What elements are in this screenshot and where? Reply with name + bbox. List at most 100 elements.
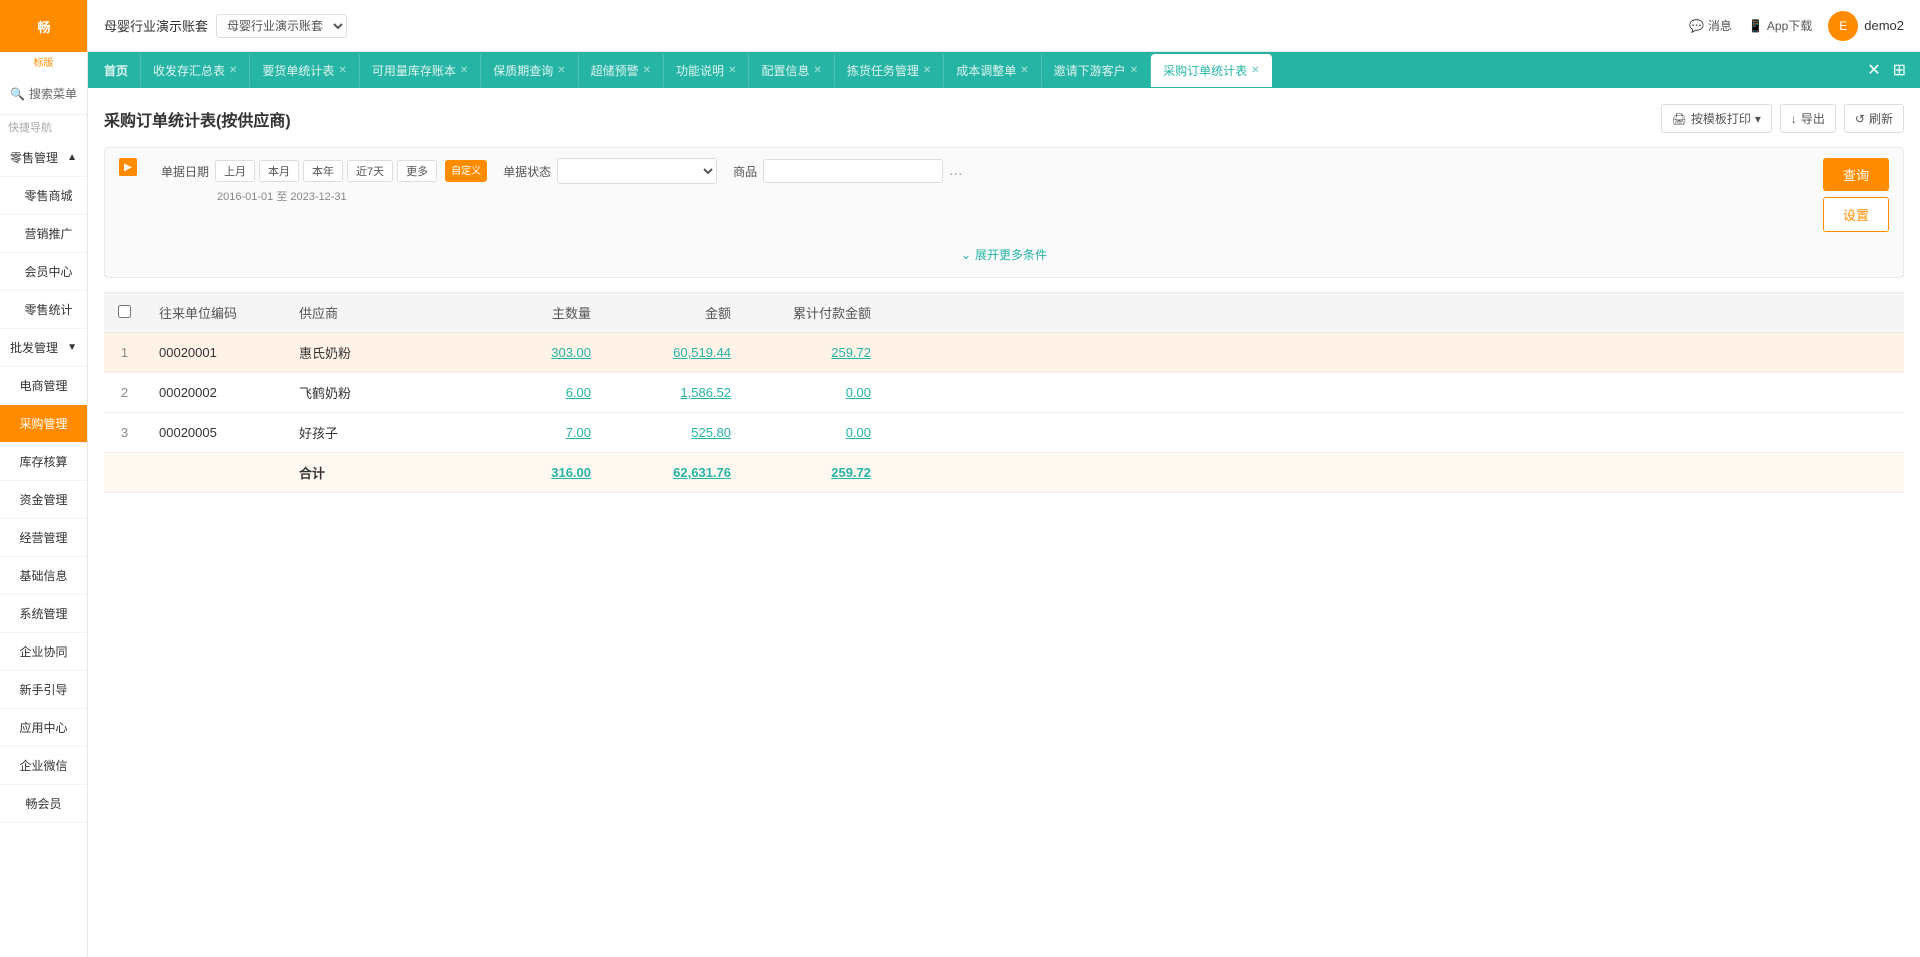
chevron-down-icon: ▼ <box>67 342 77 353</box>
col-header-supplier: 供应商 <box>285 293 485 333</box>
tab-available-stock[interactable]: 可用量库存账本 ✕ <box>360 54 481 87</box>
date-range-display: 2016-01-01 至 2023-12-31 <box>217 188 1799 204</box>
sidebar-item-basics[interactable]: 基础信息 <box>0 557 87 595</box>
sidebar-item-purchase[interactable]: 采购管理 <box>0 405 87 443</box>
query-button[interactable]: 查询 <box>1823 158 1889 191</box>
date-btn-this-year[interactable]: 本年 <box>303 160 343 182</box>
row-1-paid[interactable]: 259.72 <box>745 333 885 373</box>
sidebar-item-app-center-label: 应用中心 <box>19 719 67 736</box>
sidebar-item-collab[interactable]: 企业协同 <box>0 633 87 671</box>
filter-goods-more-icon[interactable]: ... <box>949 162 962 180</box>
sidebar-item-retail-stats[interactable]: 零售统计 <box>0 291 87 329</box>
search-menu-area: 🔍 搜索菜单 <box>0 73 87 115</box>
sidebar-item-operations[interactable]: 经营管理 <box>0 519 87 557</box>
tab-cost-adjust-close[interactable]: ✕ <box>1020 65 1028 76</box>
filter-expand-toggle[interactable]: ▶ <box>119 158 137 176</box>
row-2-paid[interactable]: 0.00 <box>745 373 885 413</box>
table-row[interactable]: 1 00020001 惠氏奶粉 303.00 60,519.44 259.72 <box>104 333 1904 373</box>
tab-home[interactable]: 首页 <box>92 54 141 87</box>
tab-overstock-warning[interactable]: 超储预警 ✕ <box>579 54 664 87</box>
tab-pick-task-close[interactable]: ✕ <box>923 65 931 76</box>
print-arrow-icon: ▾ <box>1755 112 1761 126</box>
tab-cost-adjust[interactable]: 成本调整单 ✕ <box>944 54 1041 87</box>
sidebar-item-ecommerce-label: 电商管理 <box>19 377 67 394</box>
refresh-label: 刷新 <box>1869 110 1893 127</box>
sidebar-item-system[interactable]: 系统管理 <box>0 595 87 633</box>
tab-purchase-summary-close[interactable]: ✕ <box>1251 65 1259 76</box>
tab-requisition-summary[interactable]: 要货单统计表 ✕ <box>250 54 359 87</box>
row-1-qty[interactable]: 303.00 <box>485 333 605 373</box>
export-button[interactable]: ↓ 导出 <box>1780 104 1836 133</box>
tab-config-info[interactable]: 配置信息 ✕ <box>749 54 834 87</box>
expand-more-button[interactable]: ⌄ 展开更多条件 <box>953 242 1055 267</box>
workspace-select[interactable]: 母婴行业演示账套 <box>216 14 347 38</box>
tab-pick-task[interactable]: 拣货任务管理 ✕ <box>835 54 944 87</box>
select-all-checkbox[interactable] <box>118 305 131 318</box>
sidebar-item-inventory-label: 库存核算 <box>19 453 67 470</box>
tab-shelf-life[interactable]: 保质期查询 ✕ <box>481 54 578 87</box>
tab-close-all-button[interactable]: ✕ <box>1863 56 1884 84</box>
date-btn-more[interactable]: 更多 <box>397 160 437 182</box>
table-row[interactable]: 2 00020002 飞鹤奶粉 6.00 1,586.52 0.00 <box>104 373 1904 413</box>
sidebar-item-app-center[interactable]: 应用中心 <box>0 709 87 747</box>
print-icon: 🖨 <box>1672 112 1687 126</box>
tab-available-stock-label: 可用量库存账本 <box>372 62 456 79</box>
date-btn-this-month[interactable]: 本月 <box>259 160 299 182</box>
date-btn-last-month[interactable]: 上月 <box>215 160 255 182</box>
tab-invite-downstream-close[interactable]: ✕ <box>1130 65 1138 76</box>
tab-function-desc[interactable]: 功能说明 ✕ <box>664 54 749 87</box>
row-2-qty[interactable]: 6.00 <box>485 373 605 413</box>
sidebar-item-wholesale[interactable]: 批发管理 ▼ <box>0 329 87 367</box>
tab-invite-downstream[interactable]: 邀请下游客户 ✕ <box>1042 54 1151 87</box>
tab-requisition-summary-close[interactable]: ✕ <box>338 65 346 76</box>
row-2-amount[interactable]: 1,586.52 <box>605 373 745 413</box>
filter-goods-input[interactable] <box>763 159 943 183</box>
tab-fullscreen-button[interactable]: ⊞ <box>1889 56 1910 84</box>
tab-shelf-life-close[interactable]: ✕ <box>557 65 565 76</box>
col-header-amount: 金额 <box>605 293 745 333</box>
filter-date-buttons: 上月 本月 本年 近7天 更多 自定义 <box>215 160 487 182</box>
avatar-text: E <box>1839 19 1847 33</box>
print-button[interactable]: 🖨 按模板打印 ▾ <box>1661 104 1772 133</box>
date-btn-7days[interactable]: 近7天 <box>347 160 393 182</box>
table-row[interactable]: 3 00020005 好孩子 7.00 525.80 0.00 <box>104 413 1904 453</box>
row-3-qty[interactable]: 7.00 <box>485 413 605 453</box>
row-3-paid[interactable]: 0.00 <box>745 413 885 453</box>
row-3-amount[interactable]: 525.80 <box>605 413 745 453</box>
sidebar-item-retail[interactable]: 零售管理 ▲ <box>0 139 87 177</box>
sidebar-item-inventory[interactable]: 库存核算 <box>0 443 87 481</box>
col-header-check <box>104 293 145 333</box>
tab-overstock-warning-label: 超储预警 <box>591 62 639 79</box>
app-download-button[interactable]: 📱 App下载 <box>1748 17 1812 34</box>
topbar-left: 母婴行业演示账套 母婴行业演示账套 <box>104 14 347 38</box>
sidebar-item-wechat[interactable]: 企业微信 <box>0 747 87 785</box>
sidebar-item-retail-shop[interactable]: 零售商城 <box>0 177 87 215</box>
tab-overstock-warning-close[interactable]: ✕ <box>643 65 651 76</box>
tab-receive-summary-close[interactable]: ✕ <box>229 65 237 76</box>
refresh-button[interactable]: ↺ 刷新 <box>1844 104 1904 133</box>
app-subtitle: 标版 <box>0 52 87 73</box>
tab-receive-summary[interactable]: 收发存汇总表 ✕ <box>141 54 250 87</box>
tab-invite-downstream-label: 邀请下游客户 <box>1054 62 1126 79</box>
sidebar-item-members[interactable]: 会员中心 <box>0 253 87 291</box>
tab-config-info-close[interactable]: ✕ <box>813 65 821 76</box>
tab-config-info-label: 配置信息 <box>761 62 809 79</box>
filter-status-select[interactable] <box>557 158 717 184</box>
tab-function-desc-close[interactable]: ✕ <box>728 65 736 76</box>
settings-button[interactable]: 设置 <box>1823 197 1889 232</box>
search-icon: 🔍 <box>10 87 25 101</box>
tab-purchase-summary[interactable]: 采购订单统计表 ✕ <box>1151 54 1272 87</box>
user-profile[interactable]: E demo2 <box>1828 11 1904 41</box>
row-3-check: 3 <box>104 413 145 453</box>
row-1-amount[interactable]: 60,519.44 <box>605 333 745 373</box>
sidebar-item-marketing[interactable]: 营销推广 <box>0 215 87 253</box>
tab-available-stock-close[interactable]: ✕ <box>460 65 468 76</box>
search-menu-button[interactable]: 🔍 搜索菜单 <box>6 81 81 106</box>
sidebar-item-member[interactable]: 畅会员 <box>0 785 87 823</box>
sidebar-item-finance[interactable]: 资金管理 <box>0 481 87 519</box>
sidebar-item-guide[interactable]: 新手引导 <box>0 671 87 709</box>
sidebar-item-ecommerce[interactable]: 电商管理 <box>0 367 87 405</box>
message-button[interactable]: 💬 消息 <box>1689 17 1732 34</box>
app-download-label: App下载 <box>1767 17 1812 34</box>
filter-bar: ▶ 单据日期 上月 本月 本年 近7天 更多 自定义 <box>104 147 1904 278</box>
